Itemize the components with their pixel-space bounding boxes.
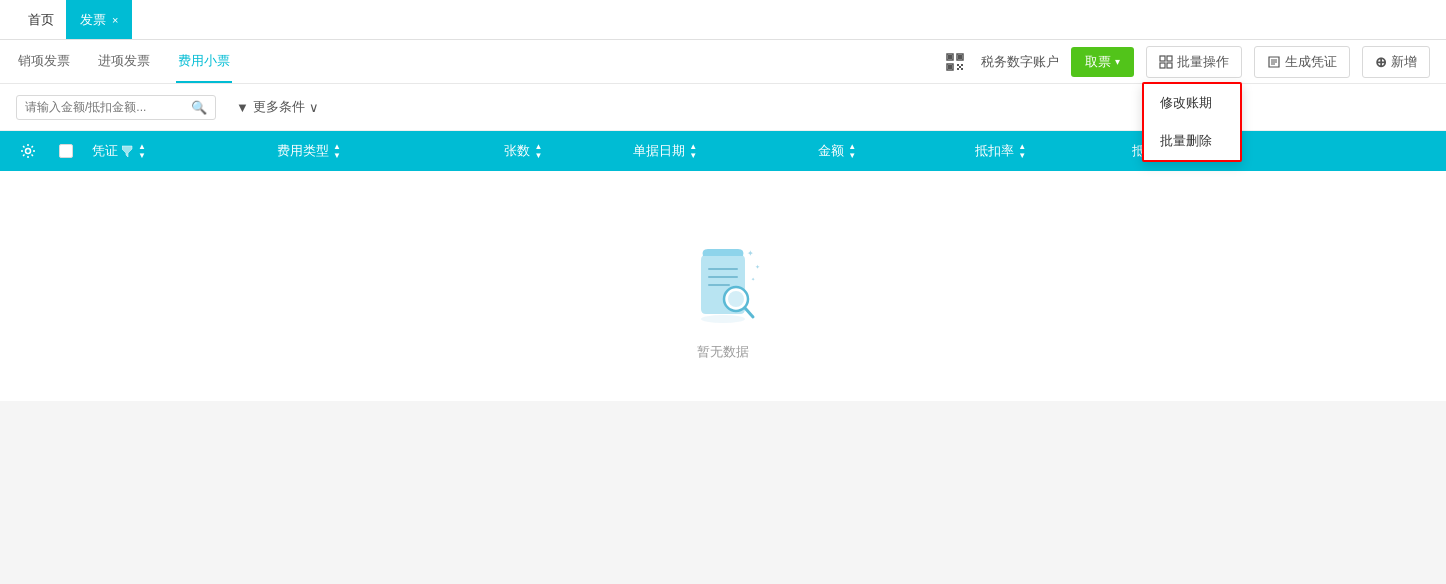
batch-operation-container: 批量操作 修改账期 批量删除 <box>1146 46 1242 78</box>
svg-point-22 <box>728 291 744 307</box>
nav-tab-invoice[interactable]: 发票 × <box>66 0 132 39</box>
select-all-checkbox[interactable] <box>59 144 73 158</box>
batch-delete-item[interactable]: 批量删除 <box>1144 122 1240 160</box>
batch-icon <box>1159 55 1173 69</box>
svg-line-23 <box>745 308 753 317</box>
qr-code-icon <box>945 52 965 72</box>
svg-text:✦: ✦ <box>751 276 755 282</box>
content-area: 凭证 ▲▼ 费用类型 ▲▼ 张数 ▲▼ 单据日期 ▲▼ 金额 ▲▼ 抵扣率 ▲▼… <box>0 131 1446 401</box>
empty-state-illustration: ✦ ✦ ✦ <box>673 231 773 331</box>
qupiao-label: 取票 <box>1085 53 1111 71</box>
search-input[interactable] <box>25 100 191 114</box>
svg-text:✦: ✦ <box>755 264 760 270</box>
generate-voucher-button[interactable]: 生成凭证 <box>1254 46 1350 78</box>
svg-rect-10 <box>959 66 961 68</box>
filter-icon: ▼ <box>236 100 249 115</box>
batch-dropdown-menu: 修改账期 批量删除 <box>1142 82 1242 162</box>
empty-state-text: 暂无数据 <box>697 343 749 361</box>
search-input-wrap: 🔍 <box>16 95 216 120</box>
generate-voucher-label: 生成凭证 <box>1285 53 1337 71</box>
svg-text:✦: ✦ <box>747 249 754 258</box>
qupiao-button[interactable]: 取票 ▾ <box>1071 47 1134 77</box>
sub-nav-right: 税务数字账户 取票 ▾ 批量操作 修改账期 批量删除 <box>941 46 1430 78</box>
tab-sales-invoice[interactable]: 销项发票 <box>16 40 72 83</box>
top-nav: 首页 发票 × <box>0 0 1446 40</box>
th-gear[interactable] <box>8 143 48 159</box>
th-date: 单据日期 ▲▼ <box>625 142 810 160</box>
add-label: 新增 <box>1391 53 1417 71</box>
svg-rect-7 <box>961 64 963 66</box>
th-count: 张数 ▲▼ <box>496 142 625 160</box>
more-conditions-label: 更多条件 <box>253 98 305 116</box>
svg-rect-12 <box>1167 56 1172 61</box>
svg-point-17 <box>701 315 745 323</box>
add-icon: ⊕ <box>1375 54 1387 70</box>
svg-point-15 <box>26 149 31 154</box>
date-sort[interactable]: ▲▼ <box>689 143 697 160</box>
svg-rect-14 <box>1167 63 1172 68</box>
th-checkbox[interactable] <box>48 144 84 158</box>
svg-rect-13 <box>1160 63 1165 68</box>
tab-input-invoice[interactable]: 进项发票 <box>96 40 152 83</box>
tab-expense-ticket[interactable]: 费用小票 <box>176 40 232 83</box>
svg-rect-9 <box>961 68 963 70</box>
expense-type-sort[interactable]: ▲▼ <box>333 143 341 160</box>
count-sort[interactable]: ▲▼ <box>534 143 542 160</box>
gear-icon <box>20 143 36 159</box>
nav-home[interactable]: 首页 <box>16 0 66 39</box>
nav-tab-close-icon[interactable]: × <box>112 14 118 26</box>
modify-period-item[interactable]: 修改账期 <box>1144 84 1240 122</box>
batch-operation-label: 批量操作 <box>1177 53 1229 71</box>
th-voucher: 凭证 ▲▼ <box>84 142 269 160</box>
th-deduct-rate: 抵扣率 ▲▼ <box>967 142 1124 160</box>
svg-rect-6 <box>957 64 959 66</box>
svg-marker-16 <box>122 146 132 157</box>
add-button[interactable]: ⊕ 新增 <box>1362 46 1430 78</box>
search-icon[interactable]: 🔍 <box>191 100 207 115</box>
batch-operation-button[interactable]: 批量操作 <box>1146 46 1242 78</box>
sub-nav: 销项发票 进项发票 费用小票 税务数字账户 取票 ▾ <box>0 40 1446 84</box>
svg-rect-5 <box>948 65 952 69</box>
svg-rect-8 <box>957 68 959 70</box>
svg-rect-1 <box>948 55 952 59</box>
sub-nav-left: 销项发票 进项发票 费用小票 <box>16 40 232 83</box>
th-expense-type: 费用类型 ▲▼ <box>269 142 496 160</box>
amount-sort[interactable]: ▲▼ <box>848 143 856 160</box>
more-conditions-button[interactable]: ▼ 更多条件 ∨ <box>228 94 327 120</box>
voucher-sort[interactable]: ▲▼ <box>138 143 146 160</box>
qr-code-button[interactable] <box>941 48 969 76</box>
svg-rect-3 <box>958 55 962 59</box>
svg-rect-11 <box>1160 56 1165 61</box>
deduct-rate-sort[interactable]: ▲▼ <box>1018 143 1026 160</box>
qupiao-arrow-icon: ▾ <box>1115 56 1120 67</box>
th-amount: 金额 ▲▼ <box>810 142 967 160</box>
tax-account-button[interactable]: 税务数字账户 <box>981 53 1059 71</box>
voucher-filter-icon[interactable] <box>122 144 134 158</box>
generate-icon <box>1267 55 1281 69</box>
more-conditions-arrow: ∨ <box>309 100 319 115</box>
empty-state: ✦ ✦ ✦ 暂无数据 <box>0 171 1446 401</box>
nav-tab-label: 发票 <box>80 11 106 29</box>
